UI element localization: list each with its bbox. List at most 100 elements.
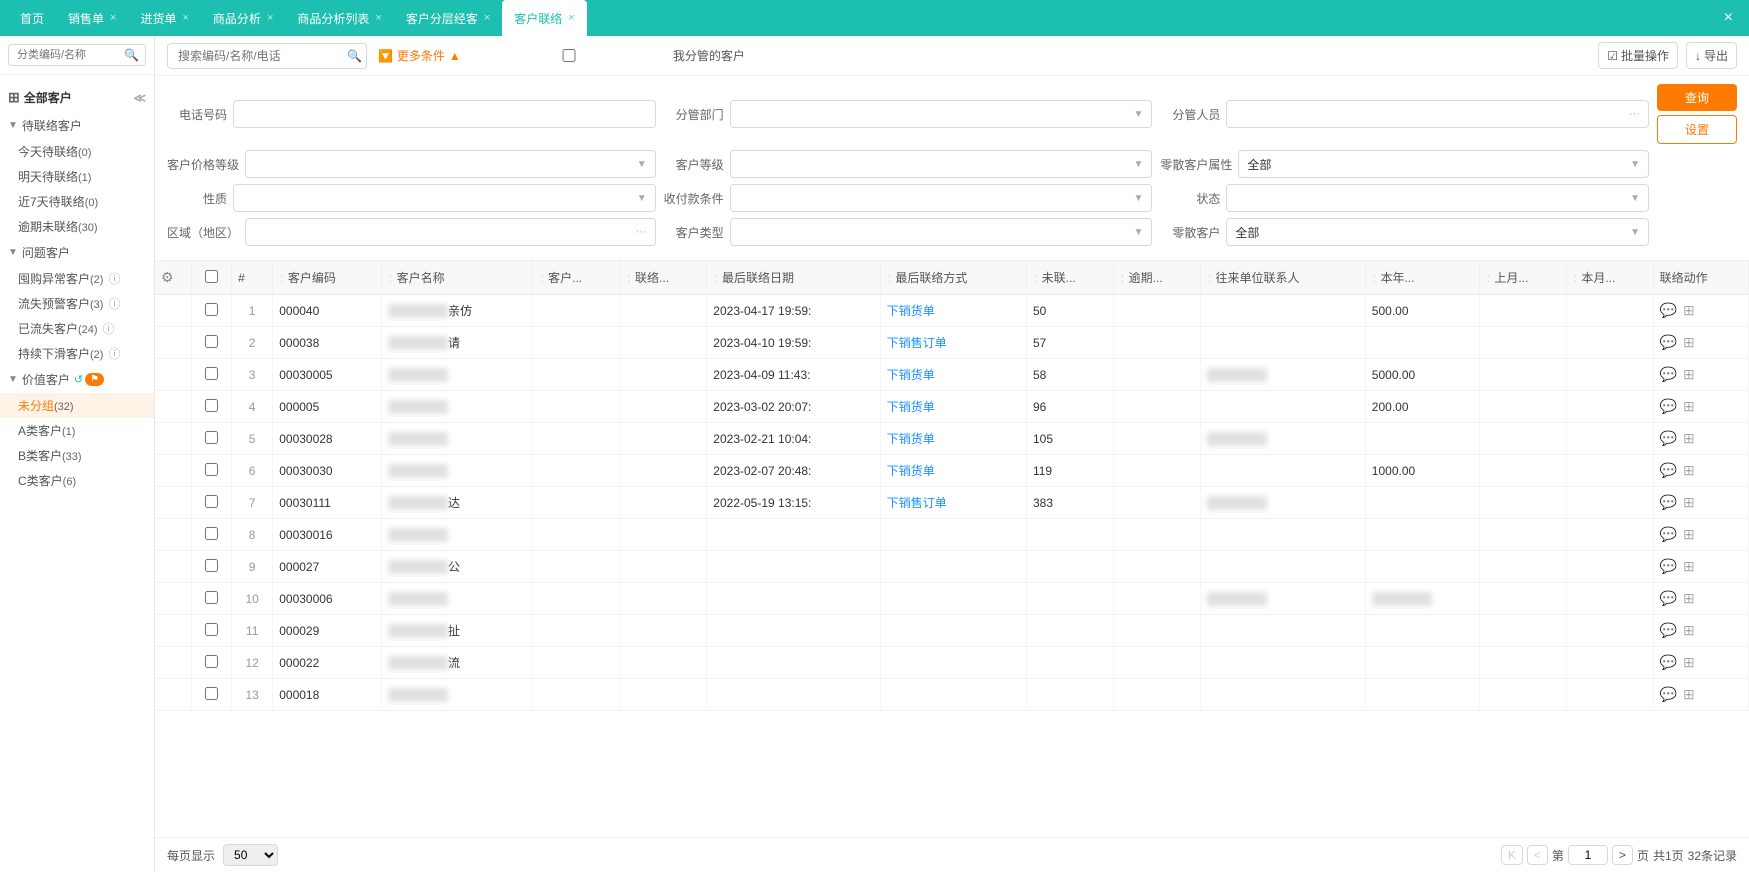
nav-goods-analysis[interactable]: 商品分析 ×: [201, 0, 285, 36]
sidebar-item-c-class[interactable]: C类客户(6): [0, 468, 154, 493]
close-all-btn[interactable]: ×: [1716, 9, 1741, 27]
row-checkbox[interactable]: [205, 303, 218, 316]
grid-action-icon[interactable]: ⊞: [1683, 622, 1695, 639]
per-page-select[interactable]: 50 100 200: [223, 844, 278, 866]
chat-icon[interactable]: 💬: [1660, 686, 1677, 703]
grid-action-icon[interactable]: ⊞: [1683, 334, 1695, 351]
chat-icon[interactable]: 💬: [1660, 398, 1677, 415]
filter-phone-input[interactable]: [233, 100, 656, 128]
row-checkbox[interactable]: [205, 559, 218, 572]
sidebar-item-abnormal[interactable]: 囤购异常客户(2) ⓘ: [0, 266, 154, 291]
sidebar-item-churn-warning[interactable]: 流失预警客户(3) ⓘ: [0, 291, 154, 316]
sidebar-item-today[interactable]: 今天待联络(0): [0, 139, 154, 164]
checkbox-col-header[interactable]: [191, 261, 232, 295]
chat-icon[interactable]: 💬: [1660, 302, 1677, 319]
nav-sales[interactable]: 销售单 ×: [56, 0, 128, 36]
nav-goods-analysis-close[interactable]: ×: [267, 12, 273, 24]
nav-customer-contact[interactable]: 客户联络 ×: [502, 0, 586, 36]
filter-person-select[interactable]: ···: [1226, 100, 1649, 128]
this-month-col-header[interactable]: : 本月...: [1566, 261, 1653, 295]
sidebar-all-customers[interactable]: ⊞ 全部客户 ≪: [0, 83, 154, 112]
sidebar-item-declining[interactable]: 持续下滑客户(2) ⓘ: [0, 341, 154, 366]
nav-purchase[interactable]: 进货单 ×: [128, 0, 200, 36]
filter-customer-type-select[interactable]: ▼: [730, 218, 1153, 246]
last-method-col-header[interactable]: : 最后联络方式: [880, 261, 1026, 295]
sidebar-item-churned[interactable]: 已流失客户(24) ⓘ: [0, 316, 154, 341]
last-month-col-header[interactable]: : 上月...: [1479, 261, 1566, 295]
row-checkbox-cell[interactable]: [191, 679, 232, 711]
grid-action-icon[interactable]: ⊞: [1683, 494, 1695, 511]
row-checkbox-cell[interactable]: [191, 519, 232, 551]
row-checkbox-cell[interactable]: [191, 327, 232, 359]
contacts-col-header[interactable]: : 往来单位联系人: [1200, 261, 1365, 295]
grid-action-icon[interactable]: ⊞: [1683, 462, 1695, 479]
row-checkbox-cell[interactable]: [191, 391, 232, 423]
row-checkbox-cell[interactable]: [191, 551, 232, 583]
chat-icon[interactable]: 💬: [1660, 334, 1677, 351]
overdue-col-header[interactable]: : 逾期...: [1113, 261, 1200, 295]
filter-customer-level-select[interactable]: ▼: [730, 150, 1153, 178]
first-page-btn[interactable]: K: [1501, 845, 1523, 865]
batch-action-btn[interactable]: ☑ 批量操作: [1598, 42, 1678, 69]
next-page-btn[interactable]: >: [1612, 845, 1633, 865]
sidebar-item-7days[interactable]: 近7天待联络(0): [0, 189, 154, 214]
chat-icon[interactable]: 💬: [1660, 590, 1677, 607]
filter-region-select[interactable]: ···: [245, 218, 656, 246]
settings-col-header[interactable]: ⚙: [155, 261, 191, 295]
row-checkbox[interactable]: [205, 399, 218, 412]
sidebar-section-value[interactable]: ▼ 价值客户 ↺ ⚑: [0, 366, 154, 393]
row-checkbox[interactable]: [205, 623, 218, 636]
row-checkbox[interactable]: [205, 463, 218, 476]
row-checkbox[interactable]: [205, 655, 218, 668]
filter-retail-customer-select[interactable]: 全部 ▼: [1226, 218, 1649, 246]
row-checkbox-cell[interactable]: [191, 295, 232, 327]
last-date-col-header[interactable]: : 最后联络日期: [707, 261, 880, 295]
row-checkbox[interactable]: [205, 687, 218, 700]
grid-action-icon[interactable]: ⊞: [1683, 398, 1695, 415]
settings-icon[interactable]: ⚙: [161, 269, 174, 285]
prev-page-btn[interactable]: <: [1527, 845, 1548, 865]
nav-goods-analysis-list-close[interactable]: ×: [375, 12, 381, 24]
filter-retail-attr-select[interactable]: 全部 ▼: [1238, 150, 1649, 178]
this-year-col-header[interactable]: : 本年...: [1365, 261, 1479, 295]
chat-icon[interactable]: 💬: [1660, 494, 1677, 511]
grid-action-icon[interactable]: ⊞: [1683, 590, 1695, 607]
row-checkbox[interactable]: [205, 431, 218, 444]
more-filters-btn[interactable]: 🔽 更多条件 ▲: [378, 47, 461, 64]
row-checkbox-cell[interactable]: [191, 423, 232, 455]
last-method-link[interactable]: 下销货单: [887, 432, 935, 446]
chat-icon[interactable]: 💬: [1660, 366, 1677, 383]
grid-action-icon[interactable]: ⊞: [1683, 302, 1695, 319]
chat-icon[interactable]: 💬: [1660, 462, 1677, 479]
grid-action-icon[interactable]: ⊞: [1683, 366, 1695, 383]
page-input[interactable]: [1568, 845, 1608, 865]
sidebar-collapse-btn[interactable]: ≪: [133, 91, 146, 105]
row-checkbox-cell[interactable]: [191, 615, 232, 647]
chat-icon[interactable]: 💬: [1660, 622, 1677, 639]
select-all-checkbox[interactable]: [205, 270, 218, 283]
row-checkbox[interactable]: [205, 591, 218, 604]
nav-customer-layer[interactable]: 客户分层经客 ×: [394, 0, 502, 36]
code-col-header[interactable]: : 客户编码: [273, 261, 382, 295]
last-method-link[interactable]: 下销货单: [887, 400, 935, 414]
nav-home[interactable]: 首页: [8, 0, 56, 36]
filter-nature-select[interactable]: ▼: [233, 184, 656, 212]
grid-action-icon[interactable]: ⊞: [1683, 654, 1695, 671]
row-checkbox-cell[interactable]: [191, 647, 232, 679]
chat-icon[interactable]: 💬: [1660, 430, 1677, 447]
filter-status-select[interactable]: ▼: [1226, 184, 1649, 212]
row-checkbox-cell[interactable]: [191, 583, 232, 615]
grid-action-icon[interactable]: ⊞: [1683, 558, 1695, 575]
no-contact-col-header[interactable]: : 未联...: [1026, 261, 1113, 295]
query-btn[interactable]: 查询: [1657, 84, 1737, 111]
last-method-link[interactable]: 下销售订单: [887, 336, 947, 350]
sidebar-section-pending[interactable]: ▼ 待联络客户: [0, 112, 154, 139]
row-checkbox[interactable]: [205, 335, 218, 348]
reset-btn[interactable]: 设置: [1657, 115, 1737, 144]
row-checkbox-cell[interactable]: [191, 359, 232, 391]
sidebar-item-b-class[interactable]: B类客户(33): [0, 443, 154, 468]
contact-col-header[interactable]: : 联络...: [620, 261, 707, 295]
row-checkbox-cell[interactable]: [191, 487, 232, 519]
nav-customer-layer-close[interactable]: ×: [484, 12, 490, 24]
filter-price-level-select[interactable]: ▼: [245, 150, 656, 178]
